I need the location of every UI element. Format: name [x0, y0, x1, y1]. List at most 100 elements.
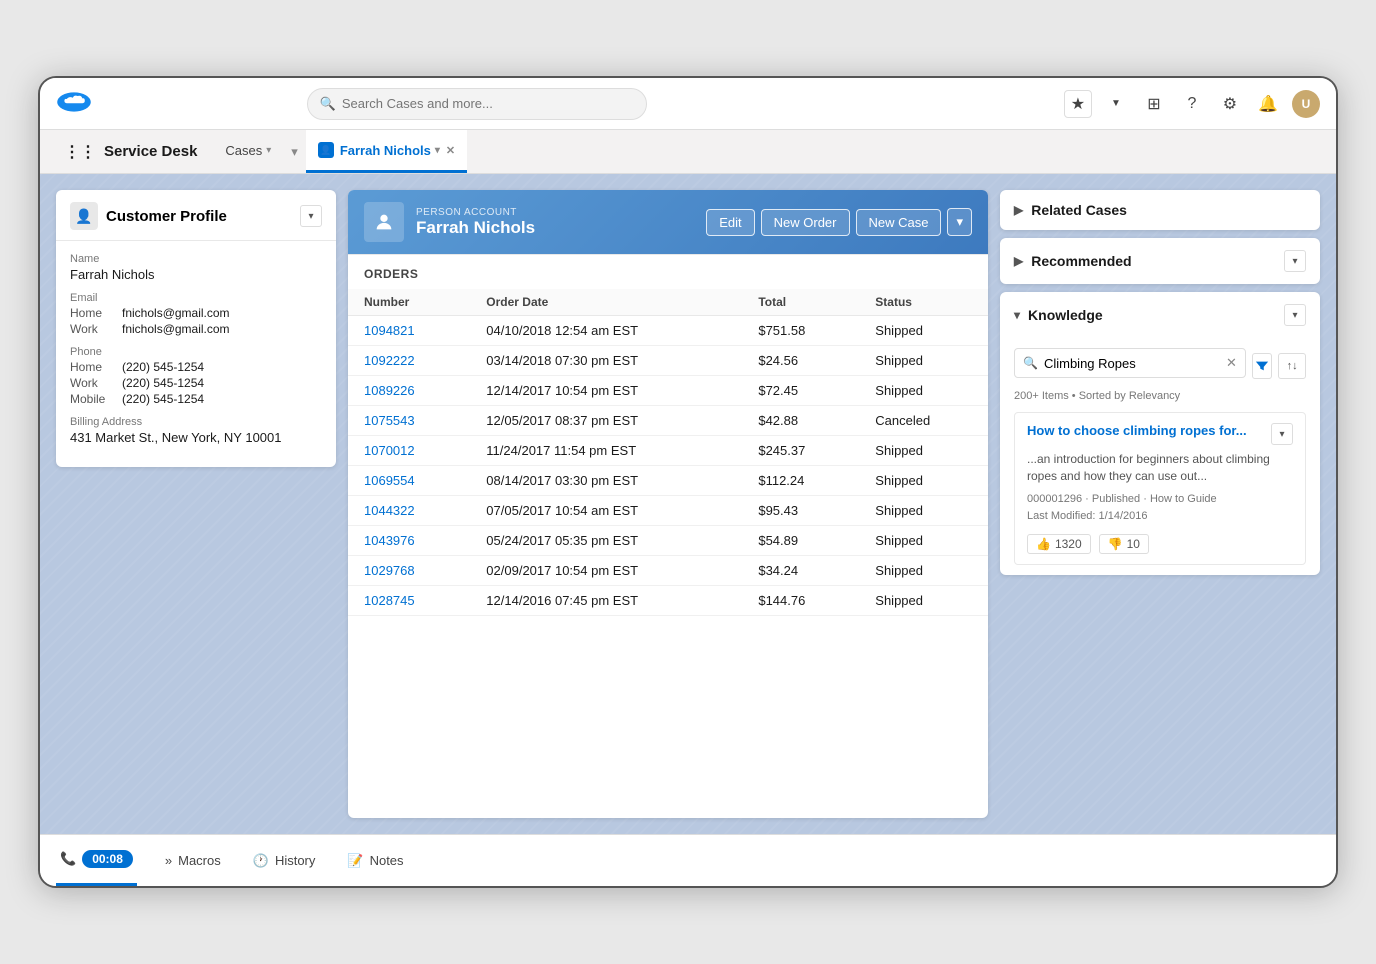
phone-mobile-row: Mobile (220) 545-1254: [70, 392, 322, 406]
order-number[interactable]: 1094821: [348, 316, 470, 346]
order-number[interactable]: 1075543: [348, 406, 470, 436]
thumbs-down-button[interactable]: 👎 10: [1099, 534, 1149, 554]
help-button[interactable]: ?: [1178, 90, 1206, 118]
order-total: $95.43: [742, 496, 859, 526]
related-cases-title: ▶ Related Cases: [1014, 202, 1127, 218]
recommended-dropdown[interactable]: ▾: [1284, 250, 1306, 272]
new-case-button[interactable]: New Case: [856, 209, 942, 236]
thumbs-up-button[interactable]: 👍 1320: [1027, 534, 1091, 554]
phone-work-row: Work (220) 545-1254: [70, 376, 322, 390]
knowledge-label: Knowledge: [1028, 307, 1103, 323]
notifications-button[interactable]: 🔔: [1254, 90, 1282, 118]
knowledge-filter-button[interactable]: [1252, 353, 1272, 379]
knowledge-sort-button[interactable]: ↑↓: [1278, 353, 1306, 379]
knowledge-header[interactable]: ▾ Knowledge ▾: [1000, 292, 1320, 338]
article-header: How to choose climbing ropes for... ▾: [1027, 423, 1293, 445]
profile-icon: 👤: [70, 202, 98, 230]
salesforce-logo[interactable]: [56, 84, 92, 123]
tab-nav-chevron[interactable]: ▾: [283, 130, 306, 173]
new-order-button[interactable]: New Order: [761, 209, 850, 236]
order-status: Shipped: [859, 556, 988, 586]
call-timer: 00:08: [82, 850, 133, 868]
phone-home-val: (220) 545-1254: [122, 360, 204, 374]
order-number[interactable]: 1028745: [348, 586, 470, 616]
tab-farrah-nichols[interactable]: 👤 Farrah Nichols ▾ ✕: [306, 130, 467, 173]
order-total: $751.58: [742, 316, 859, 346]
actions-dropdown[interactable]: ▾: [947, 208, 972, 236]
search-icon: 🔍: [320, 96, 336, 112]
related-cases-header[interactable]: ▶ Related Cases: [1000, 190, 1320, 230]
active-tab-chevron[interactable]: ▾: [435, 145, 440, 156]
profile-body: Name Farrah Nichols Email Home fnichols@…: [56, 241, 336, 467]
recommended-header[interactable]: ▶ Recommended ▾: [1000, 238, 1320, 284]
knowledge-dropdown[interactable]: ▾: [1284, 304, 1306, 326]
recommended-section: ▶ Recommended ▾: [1000, 238, 1320, 284]
right-panel: ▶ Related Cases ▶ Recommended ▾: [1000, 190, 1320, 818]
knowledge-search-input[interactable]: [1044, 356, 1220, 371]
call-toolbar-item[interactable]: 📞 00:08: [56, 835, 137, 886]
nav-icons: ★ ▼ ⊞ ? ⚙ 🔔 U: [1064, 90, 1320, 118]
active-tab-close[interactable]: ✕: [446, 144, 455, 157]
article-dropdown[interactable]: ▾: [1271, 423, 1293, 445]
customer-profile-panel: 👤 Customer Profile ▾ Name Farrah Nichols…: [56, 190, 336, 467]
table-row: 1029768 02/09/2017 10:54 pm EST $34.24 S…: [348, 556, 988, 586]
email-home-row: Home fnichols@gmail.com: [70, 306, 322, 320]
add-button[interactable]: ⊞: [1140, 90, 1168, 118]
orders-table: Number Order Date Total Status 1094821 0…: [348, 289, 988, 616]
order-total: $24.56: [742, 346, 859, 376]
macros-toolbar-item[interactable]: » Macros: [161, 835, 225, 886]
order-number[interactable]: 1069554: [348, 466, 470, 496]
tab-app-name[interactable]: ⋮⋮ Service Desk: [48, 130, 213, 173]
order-number[interactable]: 1043976: [348, 526, 470, 556]
recommended-title: ▶ Recommended: [1014, 253, 1132, 269]
order-number[interactable]: 1044322: [348, 496, 470, 526]
order-number[interactable]: 1029768: [348, 556, 470, 586]
search-input[interactable]: [342, 96, 634, 111]
thumbs-down-icon: 👎: [1108, 537, 1123, 551]
phone-work-key: Work: [70, 376, 118, 390]
order-total: $42.88: [742, 406, 859, 436]
settings-button[interactable]: ⚙: [1216, 90, 1244, 118]
profile-name-section: Name Farrah Nichols: [70, 253, 322, 282]
phone-home-row: Home (220) 545-1254: [70, 360, 322, 374]
orders-body: 1094821 04/10/2018 12:54 am EST $751.58 …: [348, 316, 988, 616]
history-toolbar-item[interactable]: 🕐 History: [249, 835, 320, 886]
grid-icon: ⋮⋮: [64, 142, 96, 162]
knowledge-search-clear[interactable]: ✕: [1226, 355, 1237, 371]
knowledge-search-container: 🔍 ✕: [1014, 348, 1246, 378]
article-title[interactable]: How to choose climbing ropes for...: [1027, 423, 1265, 438]
notes-toolbar-item[interactable]: 📝 Notes: [343, 835, 407, 886]
profile-header: 👤 Customer Profile ▾: [56, 190, 336, 241]
table-row: 1092222 03/14/2018 07:30 pm EST $24.56 S…: [348, 346, 988, 376]
favorites-dropdown[interactable]: ▼: [1102, 90, 1130, 118]
table-row: 1089226 12/14/2017 10:54 pm EST $72.45 S…: [348, 376, 988, 406]
order-number[interactable]: 1070012: [348, 436, 470, 466]
cases-tab-chevron: ▾: [266, 145, 271, 156]
knowledge-article: How to choose climbing ropes for... ▾ ..…: [1014, 412, 1306, 565]
col-total: Total: [742, 289, 859, 316]
center-panel-header: PERSON ACCOUNT Farrah Nichols Edit New O…: [348, 190, 988, 255]
email-work-key: Work: [70, 322, 118, 336]
profile-billing-section: Billing Address 431 Market St., New York…: [70, 416, 322, 445]
order-total: $72.45: [742, 376, 859, 406]
edit-button[interactable]: Edit: [706, 209, 754, 236]
favorites-button[interactable]: ★: [1064, 90, 1092, 118]
article-type: How to Guide: [1150, 493, 1217, 505]
order-total: $54.89: [742, 526, 859, 556]
order-number[interactable]: 1089226: [348, 376, 470, 406]
order-date: 07/05/2017 10:54 am EST: [470, 496, 742, 526]
email-work-val: fnichols@gmail.com: [122, 322, 230, 336]
person-account-info: PERSON ACCOUNT Farrah Nichols: [416, 207, 706, 238]
profile-dropdown-btn[interactable]: ▾: [300, 205, 322, 227]
article-status: Published: [1092, 493, 1140, 505]
order-number[interactable]: 1092222: [348, 346, 470, 376]
tab-cases[interactable]: Cases ▾: [213, 130, 283, 173]
order-status: Shipped: [859, 496, 988, 526]
order-date: 12/14/2016 07:45 pm EST: [470, 586, 742, 616]
order-date: 02/09/2017 10:54 pm EST: [470, 556, 742, 586]
table-row: 1075543 12/05/2017 08:37 pm EST $42.88 C…: [348, 406, 988, 436]
profile-title: Customer Profile: [106, 208, 227, 225]
order-date: 12/05/2017 08:37 pm EST: [470, 406, 742, 436]
user-avatar[interactable]: U: [1292, 90, 1320, 118]
knowledge-meta: 200+ Items • Sorted by Relevancy: [1014, 390, 1306, 402]
